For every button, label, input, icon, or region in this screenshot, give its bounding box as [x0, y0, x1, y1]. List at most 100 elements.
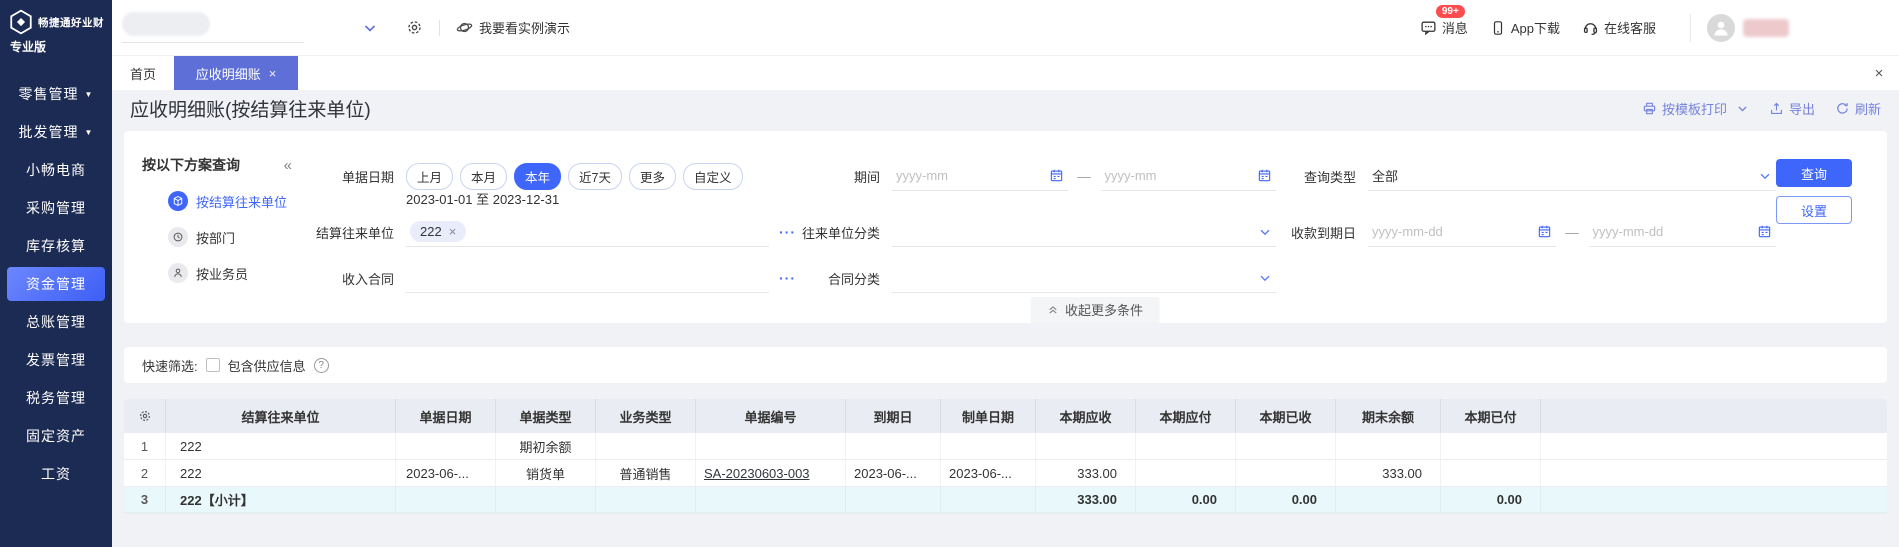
col-header-filler — [1541, 399, 1887, 433]
tab-home[interactable]: 首页 — [112, 56, 174, 90]
column-settings-gear-icon[interactable] — [124, 399, 166, 433]
col-header[interactable]: 本期应收 — [1036, 399, 1136, 433]
settings-gear-icon[interactable] — [406, 19, 423, 36]
search-button[interactable]: 查询 — [1776, 159, 1852, 187]
col-header[interactable]: 本期已付 — [1441, 399, 1541, 433]
sidebar-item-invoice[interactable]: 发票管理 — [0, 341, 112, 379]
redacted-username — [1743, 18, 1789, 37]
partner-label: 结算往来单位 — [315, 225, 394, 241]
chevron-down-icon[interactable] — [1258, 225, 1272, 239]
sidebar-item-wholesale[interactable]: 批发管理 ▼ — [0, 113, 112, 151]
messages-badge: 99+ — [1435, 5, 1465, 18]
col-header[interactable]: 本期应付 — [1136, 399, 1236, 433]
query-type-select[interactable]: 全部 — [1368, 161, 1776, 191]
table-row[interactable]: 2 222 2023-06-... 销货单 普通销售 SA-20230603-0… — [124, 460, 1887, 487]
doc-no-link[interactable]: SA-20230603-003 — [704, 466, 810, 481]
messages-button[interactable]: 99+ 消息 — [1420, 5, 1468, 37]
period-end-input[interactable]: yyyy-mm — [1100, 161, 1276, 191]
sidebar-nav: 零售管理 ▼ 批发管理 ▼ 小畅电商 采购管理 库存核算 资金管理 总账管理 发票管… — [0, 61, 112, 493]
income-contract-more-button[interactable]: ··· — [779, 270, 796, 286]
col-header[interactable]: 单据类型 — [496, 399, 596, 433]
sidebar-item-tax[interactable]: 税务管理 — [0, 379, 112, 417]
collapse-more-conditions-button[interactable]: 收起更多条件 — [1029, 297, 1160, 323]
scheme-by-salesperson[interactable]: 按业务员 — [168, 263, 292, 283]
scheme-by-partner[interactable]: 按结算往来单位 — [168, 191, 292, 211]
income-contract-field[interactable] — [406, 263, 769, 293]
col-header[interactable]: 本期已收 — [1236, 399, 1336, 433]
headset-icon — [1582, 19, 1599, 36]
pill-this-month[interactable]: 本月 — [460, 162, 508, 190]
chevron-down-icon[interactable] — [1258, 271, 1272, 285]
range-dash: — — [1565, 224, 1579, 240]
pill-more[interactable]: 更多 — [629, 162, 677, 190]
company-chevron-down-icon[interactable] — [362, 20, 378, 36]
sidebar-item-payroll[interactable]: 工资 — [0, 455, 112, 493]
close-all-tabs-icon[interactable]: × — [1859, 56, 1899, 90]
pill-last-7-days[interactable]: 近7天 — [568, 162, 622, 190]
refresh-button[interactable]: 刷新 — [1835, 99, 1881, 118]
income-contract-label: 收入合同 — [341, 271, 394, 287]
include-supply-checkbox[interactable] — [205, 358, 220, 372]
calendar-icon[interactable] — [1257, 168, 1272, 183]
col-header[interactable]: 制单日期 — [941, 399, 1036, 433]
col-header[interactable]: 业务类型 — [596, 399, 696, 433]
topbar: 我要看实例演示 99+ 消息 App下载 在线客服 — [112, 0, 1899, 56]
pill-last-month[interactable]: 上月 — [406, 162, 454, 190]
app-download-button[interactable]: App下载 — [1490, 18, 1560, 37]
partner-category-select[interactable] — [892, 217, 1276, 247]
query-type-row: 查询类型 全部 — [1276, 159, 1776, 193]
col-header[interactable]: 单据编号 — [696, 399, 846, 433]
panel-collapse-icon[interactable]: « — [284, 157, 292, 174]
sidebar-item-funds[interactable]: 资金管理 — [7, 267, 105, 301]
calendar-icon[interactable] — [1537, 224, 1552, 239]
contract-category-row: 合同分类 — [796, 261, 1276, 295]
message-bubble-icon — [1420, 19, 1437, 36]
demo-link[interactable]: 我要看实例演示 — [456, 18, 570, 37]
calendar-icon[interactable] — [1757, 224, 1772, 239]
partner-field[interactable]: 222 × — [406, 217, 769, 247]
partner-more-button[interactable]: ··· — [779, 224, 796, 240]
export-button[interactable]: 导出 — [1769, 99, 1815, 118]
sidebar-item-fixed-assets[interactable]: 固定资产 — [0, 417, 112, 455]
period-row: 期间 yyyy-mm — yyyy-mm — [796, 159, 1276, 193]
partner-tag[interactable]: 222 × — [410, 221, 467, 242]
data-table: 结算往来单位 单据日期 单据类型 业务类型 单据编号 到期日 制单日期 本期应收… — [124, 399, 1887, 514]
col-header[interactable]: 期末余额 — [1336, 399, 1441, 433]
tab-receivable-detail[interactable]: 应收明细账 × — [174, 56, 298, 90]
col-header[interactable]: 到期日 — [846, 399, 941, 433]
tag-close-icon[interactable]: × — [449, 224, 457, 239]
print-by-template-button[interactable]: 按模板打印 — [1642, 99, 1749, 118]
user-profile[interactable] — [1690, 13, 1789, 42]
income-contract-row: 收入合同 ··· — [306, 261, 796, 295]
chevron-down-icon[interactable] — [1758, 169, 1772, 183]
quick-filter-strip: 快速筛选: 包含供应信息 ? — [124, 347, 1887, 383]
due-date-end-input[interactable]: yyyy-mm-dd — [1588, 217, 1776, 247]
table-row[interactable]: 1 222 期初余额 — [124, 433, 1887, 460]
pill-custom[interactable]: 自定义 — [683, 162, 743, 190]
redacted-company-name — [122, 12, 210, 36]
sidebar-item-ecommerce[interactable]: 小畅电商 — [0, 151, 112, 189]
sidebar-item-purchase[interactable]: 采购管理 — [0, 189, 112, 227]
pill-this-year[interactable]: 本年 — [514, 162, 562, 190]
contract-category-select[interactable] — [892, 263, 1276, 293]
sidebar-item-ledger[interactable]: 总账管理 — [0, 303, 112, 341]
due-date-row: 收款到期日 yyyy-mm-dd — yyyy-mm-dd — [1276, 215, 1776, 249]
brand-edition: 专业版 — [10, 40, 47, 54]
online-support-button[interactable]: 在线客服 — [1582, 18, 1656, 37]
col-header[interactable]: 单据日期 — [396, 399, 496, 433]
period-start-input[interactable]: yyyy-mm — [892, 161, 1068, 191]
cube-icon — [168, 191, 188, 211]
sidebar-item-inventory[interactable]: 库存核算 — [0, 227, 112, 265]
settings-button[interactable]: 设置 — [1776, 196, 1852, 224]
user-avatar-icon — [1707, 13, 1735, 42]
scheme-by-department[interactable]: 按部门 — [168, 227, 292, 247]
export-icon — [1769, 101, 1784, 116]
sidebar-item-retail[interactable]: 零售管理 ▼ — [0, 75, 112, 113]
calendar-icon[interactable] — [1049, 168, 1064, 183]
tab-close-icon[interactable]: × — [269, 66, 277, 81]
chevron-down-icon[interactable] — [1736, 102, 1749, 115]
col-header[interactable]: 结算往来单位 — [166, 399, 396, 433]
help-icon[interactable]: ? — [313, 357, 329, 373]
company-selector[interactable] — [122, 12, 304, 43]
due-date-start-input[interactable]: yyyy-mm-dd — [1368, 217, 1556, 247]
